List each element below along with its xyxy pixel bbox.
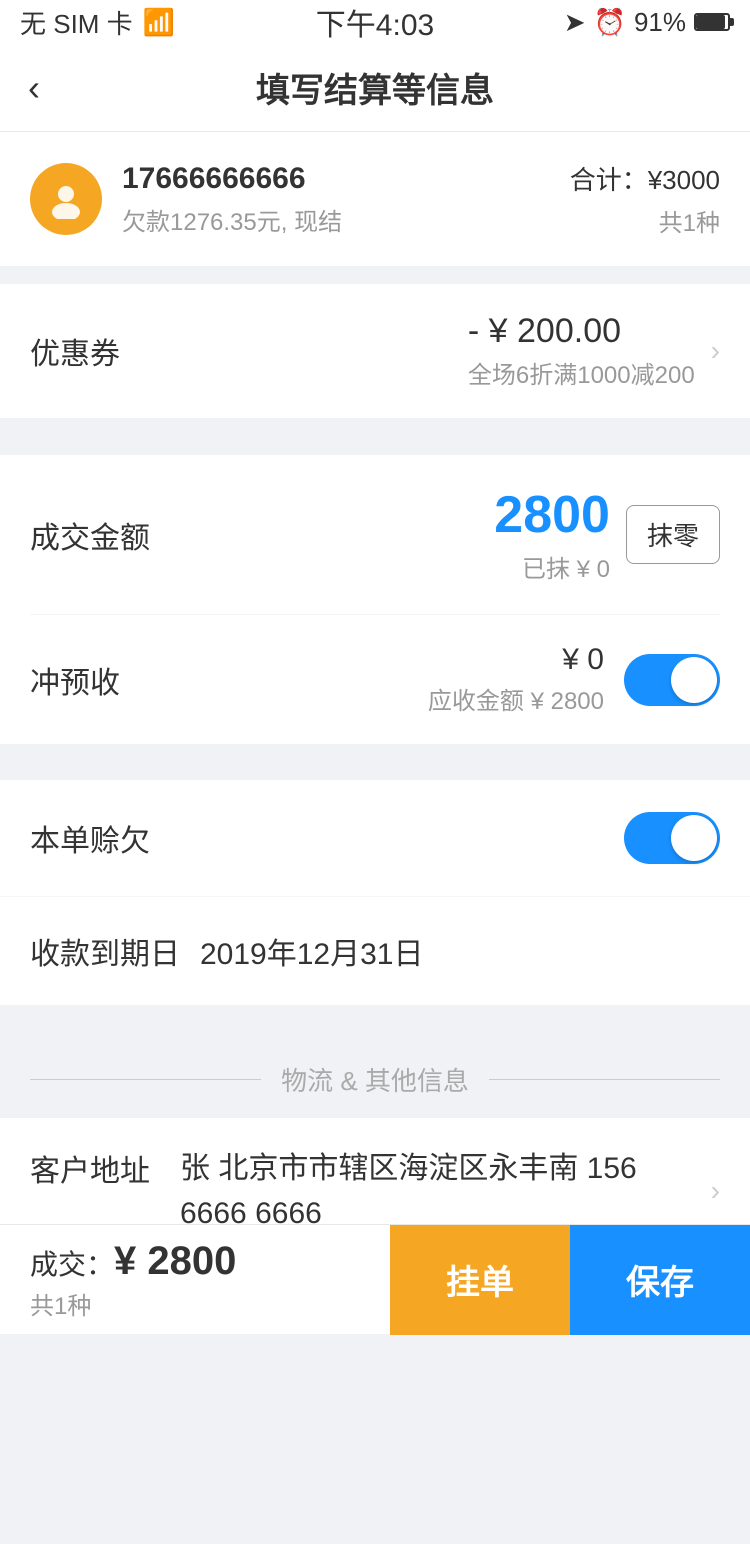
logistics-divider: 物流 & 其他信息 xyxy=(0,1041,750,1118)
save-button[interactable]: 保存 xyxy=(570,1225,750,1335)
she-qian-toggle-knob xyxy=(671,815,717,861)
coupon-row[interactable]: 优惠券 - ¥ 200.00 全场6折满1000减200 › xyxy=(0,284,750,419)
carrier-text: 无 SIM 卡 xyxy=(20,4,133,41)
chevron-right-icon: › xyxy=(711,335,720,367)
due-date-label: 收款到期日 xyxy=(30,929,180,973)
chong-toggle[interactable] xyxy=(624,654,720,706)
divider-3 xyxy=(0,744,750,762)
address-value: 张 北京市市辖区海淀区永丰南 156 6666 6666 xyxy=(180,1146,673,1236)
chong-right: ¥ 0 应收金额 ¥ 2800 xyxy=(428,643,720,716)
battery-icon xyxy=(694,13,730,31)
coupon-label: 优惠券 xyxy=(30,329,120,373)
logistics-line-left xyxy=(30,1079,261,1080)
customer-info: 17666666666 欠款1276.35元, 现结 xyxy=(122,162,342,237)
she-qian-label: 本单赊欠 xyxy=(30,816,150,860)
she-qian-row: 本单赊欠 xyxy=(0,780,750,896)
divider-1 xyxy=(0,266,750,284)
chong-label: 冲预收 xyxy=(30,658,120,702)
battery-text: 91% xyxy=(634,7,686,38)
chong-amount: ¥ 0 xyxy=(428,643,604,677)
summary-count: 共1种 xyxy=(30,1286,360,1321)
page-title: 填写结算等信息 xyxy=(256,63,494,112)
transaction-amount: 2800 xyxy=(494,485,610,545)
alarm-icon: ⏰ xyxy=(594,7,626,38)
transaction-section: 成交金额 2800 已抹 ¥ 0 抹零 冲预收 ¥ 0 应收金额 ¥ 2800 xyxy=(0,455,750,744)
chong-row: 冲预收 ¥ 0 应收金额 ¥ 2800 xyxy=(30,615,720,744)
status-left: 无 SIM 卡 📶 xyxy=(20,4,175,41)
status-time: 下午4:03 xyxy=(316,0,434,44)
summary-top-row: 成交：¥ 2800 xyxy=(30,1239,360,1284)
due-date-value: 2019年12月31日 xyxy=(200,929,423,973)
transaction-row: 成交金额 2800 已抹 ¥ 0 抹零 xyxy=(30,455,720,615)
bottom-bar: 成交：¥ 2800 共1种 挂单 保存 xyxy=(0,1224,750,1334)
avatar xyxy=(30,163,102,235)
coupon-description: 全场6折满1000减200 xyxy=(468,355,695,390)
address-chevron-icon: › xyxy=(711,1175,720,1207)
logistics-line-right xyxy=(489,1079,720,1080)
coupon-info: - ¥ 200.00 全场6折满1000减200 xyxy=(468,312,695,390)
back-button[interactable]: ‹ xyxy=(28,67,40,109)
amount-col: 2800 已抹 ¥ 0 xyxy=(494,485,610,584)
logistics-title: 物流 & 其他信息 xyxy=(281,1061,469,1098)
nav-bar: ‹ 填写结算等信息 xyxy=(0,44,750,132)
total-amount: 合计：¥3000 xyxy=(570,160,720,197)
address-label: 客户地址 xyxy=(30,1146,150,1190)
hang-button[interactable]: 挂单 xyxy=(390,1225,570,1335)
bottom-summary: 成交：¥ 2800 共1种 xyxy=(0,1239,390,1321)
status-bar: 无 SIM 卡 📶 下午4:03 ➤ ⏰ 91% xyxy=(0,0,750,44)
mo-ling-button[interactable]: 抹零 xyxy=(626,505,720,564)
chong-col: ¥ 0 应收金额 ¥ 2800 xyxy=(428,643,604,716)
customer-card: 17666666666 欠款1276.35元, 现结 合计：¥3000 共1种 xyxy=(0,132,750,266)
transaction-sub: 已抹 ¥ 0 xyxy=(494,549,610,584)
due-date-row: 收款到期日 2019年12月31日 xyxy=(0,896,750,1005)
total-count: 共1种 xyxy=(570,203,720,238)
divider-4 xyxy=(0,1005,750,1023)
coupon-right: - ¥ 200.00 全场6折满1000减200 › xyxy=(468,312,720,390)
summary-prefix: 成交： xyxy=(30,1249,114,1280)
coupon-discount: - ¥ 200.00 xyxy=(468,312,695,351)
customer-total: 合计：¥3000 共1种 xyxy=(570,160,720,238)
customer-debt: 欠款1276.35元, 现结 xyxy=(122,202,342,237)
divider-2 xyxy=(0,419,750,437)
transaction-label: 成交金额 xyxy=(30,513,150,557)
she-qian-toggle[interactable] xyxy=(624,812,720,864)
status-right: ➤ ⏰ 91% xyxy=(564,7,730,38)
location-icon: ➤ xyxy=(564,7,586,38)
toggle-knob xyxy=(671,657,717,703)
summary-amount: ¥ 2800 xyxy=(114,1239,236,1283)
customer-phone: 17666666666 xyxy=(122,162,342,196)
wifi-icon: 📶 xyxy=(143,7,175,38)
chong-sub: 应收金额 ¥ 2800 xyxy=(428,681,604,716)
transaction-right: 2800 已抹 ¥ 0 抹零 xyxy=(494,485,720,584)
customer-left: 17666666666 欠款1276.35元, 现结 xyxy=(30,162,342,237)
